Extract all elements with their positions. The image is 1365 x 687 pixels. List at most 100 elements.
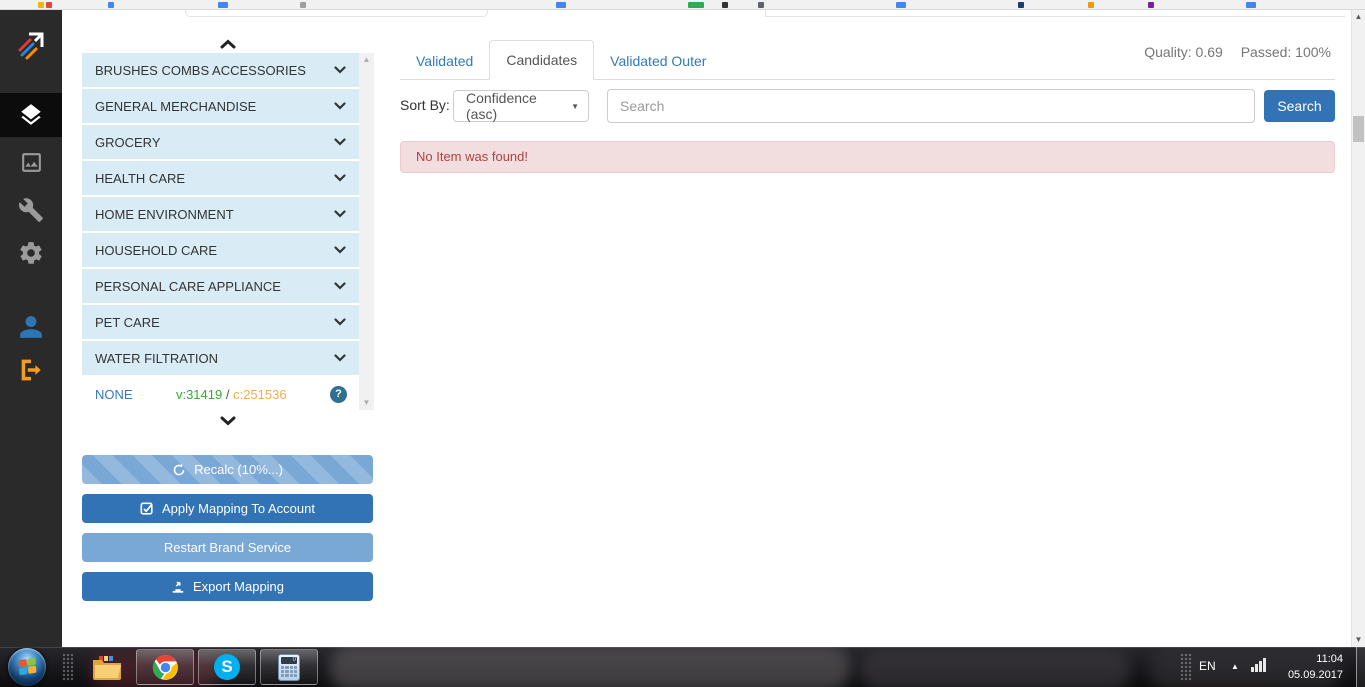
validated-count: v:31419 (175, 386, 223, 402)
sidebar-item-settings[interactable] (0, 231, 62, 275)
app-logo (0, 23, 62, 67)
category-row[interactable]: PET CARE (82, 305, 359, 339)
tab-candidates[interactable]: Candidates (489, 40, 595, 80)
bookmark-favicon[interactable] (38, 2, 44, 8)
scrollbar-up-arrow-icon[interactable]: ▲ (1352, 10, 1365, 24)
calculator-icon: 0 (278, 653, 300, 681)
category-scrollbar[interactable]: ▲ ▼ (359, 53, 374, 410)
taskbar: S 0 EN ▲ 11:04 05.09.2017 (0, 647, 1365, 687)
gear-icon (20, 242, 42, 264)
category-label: GENERAL MERCHANDISE (95, 98, 257, 114)
tray-expand-icon[interactable]: ▲ (1231, 662, 1239, 671)
bookmark-favicon[interactable] (46, 2, 52, 8)
chevron-down-icon (334, 66, 346, 74)
bookmark-favicon[interactable] (108, 2, 114, 8)
category-row[interactable]: GENERAL MERCHANDISE (82, 89, 359, 123)
category-row[interactable]: HOME ENVIRONMENT (82, 197, 359, 231)
app-sidebar (0, 10, 62, 647)
recalc-button[interactable]: Recalc (10%...) (82, 455, 373, 484)
category-row[interactable]: HOUSEHOLD CARE (82, 233, 359, 267)
chevron-down-icon (334, 210, 346, 218)
none-counts: v:31419 / c:251536 (176, 387, 287, 402)
export-mapping-label: Export Mapping (192, 579, 285, 594)
scroll-up-arrow-icon[interactable]: ▲ (359, 53, 374, 67)
start-button[interactable] (8, 648, 46, 686)
clock-time: 11:04 (1316, 653, 1343, 665)
skype-icon: S (214, 654, 240, 680)
taskbar-explorer-button[interactable] (85, 651, 129, 685)
language-indicator[interactable]: EN (1199, 659, 1216, 673)
category-label: BRUSHES COMBS ACCESSORIES (95, 62, 306, 78)
sort-select-value: Confidence (asc) (466, 90, 537, 122)
help-icon[interactable]: ? (329, 385, 347, 403)
category-scroll-down-button[interactable] (82, 414, 374, 428)
sidebar-item-account[interactable] (0, 305, 62, 349)
quality-stats: Quality: 0.69 Passed: 100% (1130, 44, 1331, 60)
dropdown-caret-icon: ▼ (571, 101, 579, 111)
scrollbar-down-arrow-icon[interactable]: ▼ (1352, 633, 1365, 647)
restart-label: Restart Brand Service (163, 540, 292, 555)
logout-icon (21, 359, 41, 381)
taskbar-skype-button[interactable]: S (198, 649, 256, 685)
bookmark-favicon[interactable] (1088, 2, 1094, 8)
checkbox-check-icon (140, 502, 153, 515)
category-label: HOME ENVIRONMENT (95, 206, 234, 222)
count-separator: / (222, 386, 234, 402)
apply-mapping-button[interactable]: Apply Mapping To Account (82, 494, 373, 523)
category-label: GROCERY (95, 134, 161, 150)
search-input[interactable] (607, 89, 1255, 123)
tools-icon (19, 198, 43, 222)
bookmark-favicon[interactable] (688, 2, 704, 8)
recalc-label: Recalc (10%...) (194, 462, 283, 477)
bookmark-favicon[interactable] (1018, 2, 1024, 8)
category-row[interactable]: GROCERY (82, 125, 359, 159)
image-icon (21, 152, 41, 172)
category-label: PET CARE (95, 314, 160, 330)
category-row-none[interactable]: NONE v:31419 / c:251536 ? (82, 377, 359, 411)
page-scrollbar[interactable]: ▲ ▼ (1351, 10, 1365, 647)
show-desktop-button[interactable] (1356, 647, 1365, 687)
category-row[interactable]: WATER FILTRATION (82, 341, 359, 375)
chevron-down-icon (220, 416, 236, 426)
category-row[interactable]: HEALTH CARE (82, 161, 359, 195)
category-row[interactable]: PERSONAL CARE APPLIANCE (82, 269, 359, 303)
bookmark-favicon[interactable] (722, 2, 728, 8)
user-icon (20, 316, 42, 338)
taskbar-chrome-button[interactable] (136, 649, 194, 685)
search-button[interactable]: Search (1264, 90, 1335, 122)
bookmark-favicon[interactable] (1148, 2, 1154, 8)
sidebar-item-images[interactable] (0, 140, 62, 184)
export-mapping-button[interactable]: Export Mapping (82, 572, 373, 601)
taskbar-calculator-button[interactable]: 0 (260, 649, 318, 685)
tab-validated[interactable]: Validated (400, 42, 489, 80)
taskbar-tray-grip (1180, 653, 1192, 681)
category-list: BRUSHES COMBS ACCESSORIES GENERAL MERCHA… (82, 53, 359, 377)
scrollbar-thumb[interactable] (1353, 116, 1364, 142)
sidebar-item-tools[interactable] (0, 188, 62, 232)
chevron-down-icon (334, 282, 346, 290)
taskbar-glass-blur (330, 647, 850, 687)
no-item-alert: No Item was found! (400, 141, 1335, 173)
bookmark-favicon[interactable] (758, 2, 764, 8)
sidebar-item-mapping[interactable] (0, 93, 62, 137)
chevron-down-icon (334, 354, 346, 362)
scroll-down-arrow-icon[interactable]: ▼ (359, 396, 374, 410)
network-signal-icon[interactable] (1251, 658, 1266, 672)
sidebar-item-logout[interactable] (0, 348, 62, 392)
tab-validated-outer[interactable]: Validated Outer (594, 42, 722, 80)
bookmark-favicon[interactable] (896, 2, 906, 8)
layers-icon (21, 104, 41, 125)
category-scroll-up-button[interactable] (82, 37, 374, 51)
none-link[interactable]: NONE (95, 387, 133, 402)
restart-brand-service-button[interactable]: Restart Brand Service (82, 533, 373, 562)
app-logo-icon (18, 32, 44, 60)
category-row[interactable]: BRUSHES COMBS ACCESSORIES (82, 53, 359, 87)
bookmark-favicon[interactable] (218, 2, 228, 8)
bookmark-favicon[interactable] (1246, 2, 1256, 8)
sort-select[interactable]: Confidence (asc) ▼ (453, 90, 589, 122)
bookmark-favicon[interactable] (556, 2, 566, 8)
category-label: WATER FILTRATION (95, 350, 219, 366)
taskbar-clock[interactable]: 11:04 05.09.2017 (1288, 651, 1343, 683)
bookmark-favicon[interactable] (300, 2, 306, 8)
sort-by-label: Sort By: (400, 97, 450, 113)
